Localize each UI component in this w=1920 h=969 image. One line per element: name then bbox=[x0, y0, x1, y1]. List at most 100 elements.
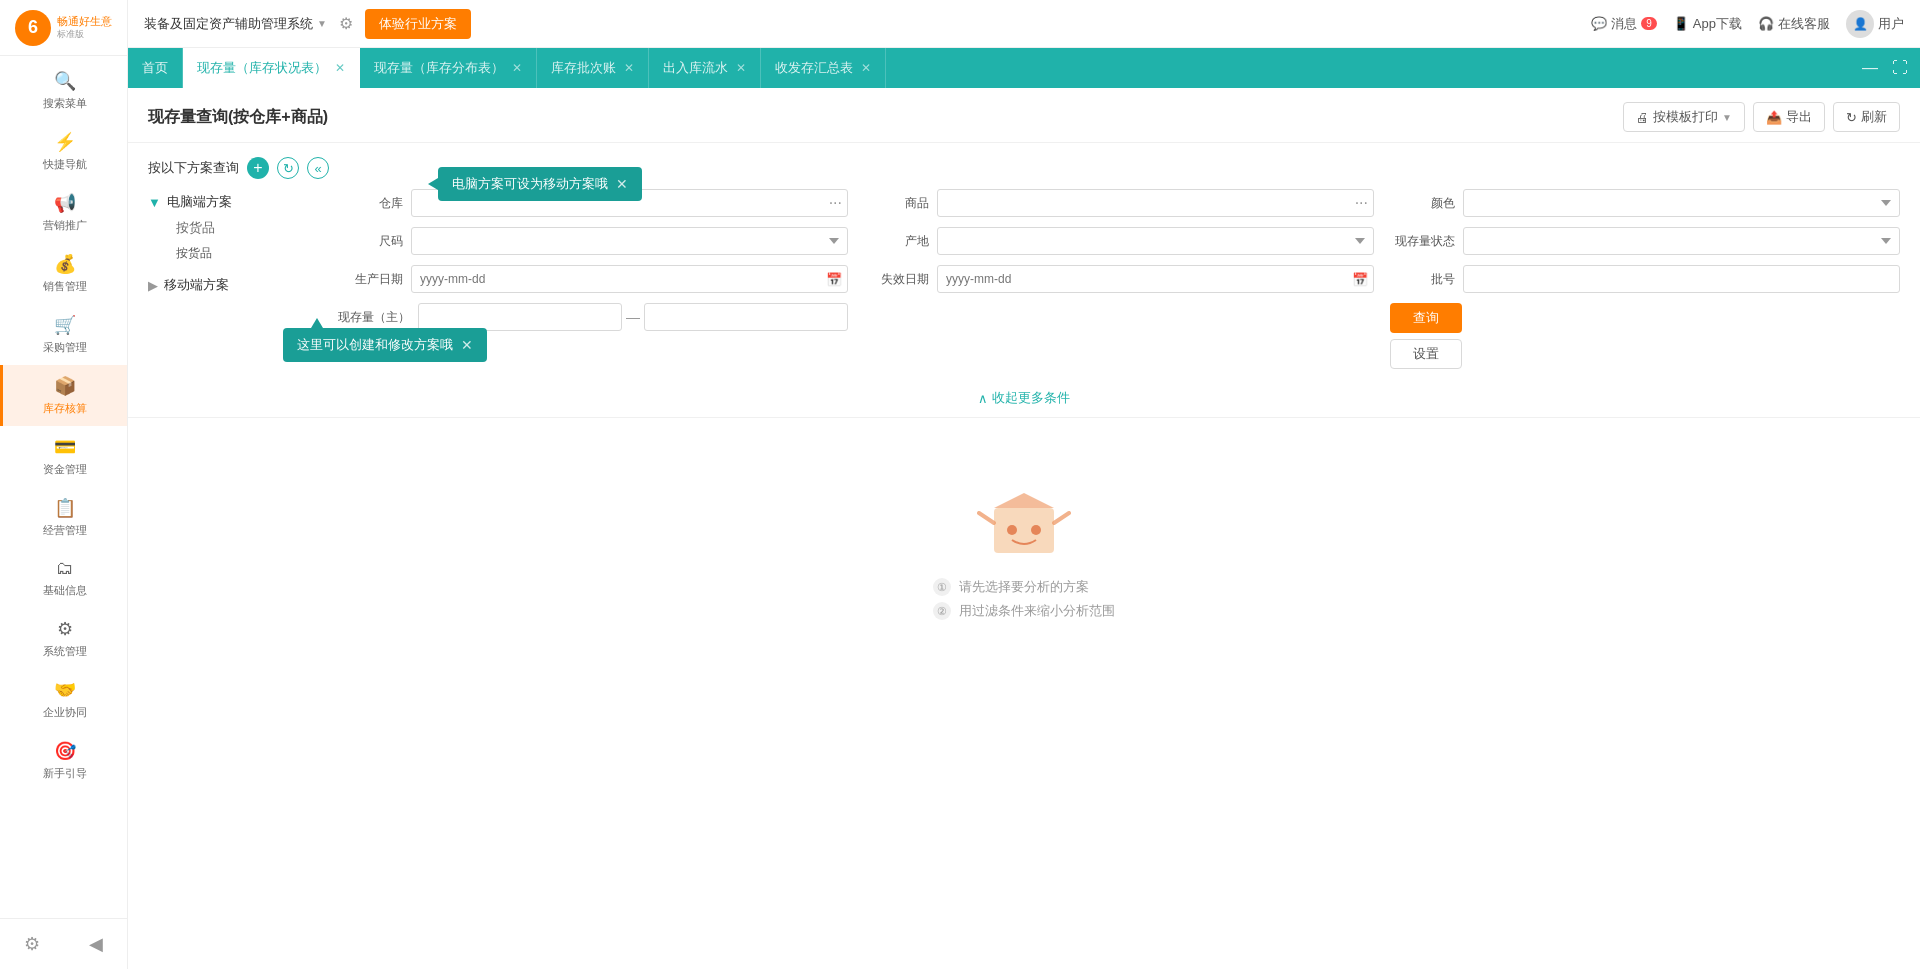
sidebar-item-finance[interactable]: 💳 资金管理 bbox=[0, 426, 127, 487]
message-btn[interactable]: 💬 消息 9 bbox=[1591, 15, 1657, 33]
query-btn[interactable]: 查询 bbox=[1390, 303, 1462, 333]
sidebar-item-search[interactable]: 🔍 搜索菜单 bbox=[0, 60, 127, 121]
filter-header: 按以下方案查询 + ↻ « bbox=[148, 157, 1900, 179]
operations-icon: 📋 bbox=[54, 497, 76, 519]
sidebar-item-label: 库存核算 bbox=[43, 401, 87, 416]
warehouse-dots-icon[interactable]: ··· bbox=[829, 194, 842, 212]
tab-close-icon[interactable]: ✕ bbox=[335, 61, 345, 75]
expire-date-input[interactable] bbox=[937, 265, 1374, 293]
sidebar-nav: 🔍 搜索菜单 ⚡ 快捷导航 📢 营销推广 💰 销售管理 🛒 采购管理 📦 bbox=[0, 56, 127, 918]
origin-select[interactable] bbox=[937, 227, 1374, 255]
color-select[interactable] bbox=[1463, 189, 1900, 217]
export-btn[interactable]: 📤 导出 bbox=[1753, 102, 1825, 132]
desktop-scheme-label: 电脑端方案 bbox=[167, 193, 232, 211]
tab-inventory-status-label: 现存量（库存状况表） bbox=[197, 59, 327, 77]
tooltip-scheme-close[interactable]: ✕ bbox=[616, 176, 628, 192]
tab-home[interactable]: 首页 bbox=[128, 48, 183, 88]
filter-refresh-btn[interactable]: ↻ bbox=[277, 157, 299, 179]
refresh-icon: ↻ bbox=[1846, 110, 1857, 125]
tab-minimize-btn[interactable]: — bbox=[1858, 57, 1882, 79]
message-badge: 9 bbox=[1641, 17, 1657, 30]
goods-dots-icon[interactable]: ··· bbox=[1355, 194, 1368, 212]
filter-row-2: 尺码 产地 bbox=[338, 227, 1900, 255]
tab-close-icon[interactable]: ✕ bbox=[624, 61, 634, 75]
sidebar-item-guide[interactable]: ⚡ 快捷导航 bbox=[0, 121, 127, 182]
tab-inventory-dist[interactable]: 现存量（库存分布表） ✕ bbox=[360, 48, 537, 88]
sidebar-item-enterprise[interactable]: 🤝 企业协同 bbox=[0, 669, 127, 730]
topbar-settings-icon[interactable]: ⚙ bbox=[339, 14, 353, 33]
finance-icon: 💳 bbox=[54, 436, 76, 458]
sidebar-item-operations[interactable]: 📋 经营管理 bbox=[0, 487, 127, 548]
system-name-dropdown[interactable]: 装备及固定资产辅助管理系统 ▼ bbox=[144, 15, 327, 33]
reset-btn[interactable]: 设置 bbox=[1390, 339, 1462, 369]
settings-bottom-btn[interactable]: ⚙ bbox=[20, 929, 44, 959]
produce-date-calendar-icon[interactable]: 📅 bbox=[826, 272, 842, 287]
user-area[interactable]: 👤 用户 bbox=[1846, 10, 1904, 38]
sidebar-item-label: 系统管理 bbox=[43, 644, 87, 659]
message-label: 消息 bbox=[1611, 15, 1637, 33]
collapse-sidebar-btn[interactable]: ◀ bbox=[85, 929, 107, 959]
print-btn[interactable]: 🖨 按模板打印 ▼ bbox=[1623, 102, 1745, 132]
goods-input[interactable] bbox=[937, 189, 1374, 217]
size-field: 尺码 bbox=[338, 227, 848, 255]
svg-line-5 bbox=[1054, 513, 1069, 523]
sidebar-item-newbie[interactable]: 🎯 新手引导 bbox=[0, 730, 127, 791]
scheme-item[interactable]: 按货品 bbox=[168, 215, 328, 241]
tab-maximize-btn[interactable]: ⛶ bbox=[1888, 57, 1912, 79]
stock-main-max-input[interactable] bbox=[644, 303, 848, 331]
sidebar-item-marketing[interactable]: 📢 营销推广 bbox=[0, 182, 127, 243]
desktop-scheme-group: ▼ 电脑端方案 按货品 按货品 bbox=[148, 189, 328, 266]
tab-receive-summary[interactable]: 收发存汇总表 ✕ bbox=[761, 48, 886, 88]
size-select[interactable] bbox=[411, 227, 848, 255]
sidebar-item-sales[interactable]: 💰 销售管理 bbox=[0, 243, 127, 304]
inventory-icon: 📦 bbox=[54, 375, 76, 397]
tab-close-icon[interactable]: ✕ bbox=[512, 61, 522, 75]
origin-field: 产地 bbox=[864, 227, 1374, 255]
empty-illustration bbox=[974, 478, 1074, 558]
expire-date-label: 失效日期 bbox=[864, 271, 929, 288]
filter-row-4: 现存量（主） — bbox=[338, 303, 1900, 369]
batch-no-input[interactable] bbox=[1463, 265, 1900, 293]
collapse-btn-label: 收起更多条件 bbox=[992, 389, 1070, 407]
produce-date-input[interactable] bbox=[411, 265, 848, 293]
stock-status-select[interactable] bbox=[1463, 227, 1900, 255]
tab-batch-account[interactable]: 库存批次账 ✕ bbox=[537, 48, 649, 88]
desktop-scheme-title[interactable]: ▼ 电脑端方案 bbox=[148, 189, 328, 215]
app-download-btn[interactable]: 📱 App下载 bbox=[1673, 15, 1742, 33]
stock-main-range: — bbox=[418, 303, 848, 331]
tooltip-create-close[interactable]: ✕ bbox=[461, 337, 473, 353]
tab-close-icon[interactable]: ✕ bbox=[861, 61, 871, 75]
expire-date-field: 失效日期 📅 bbox=[864, 265, 1374, 293]
tab-inventory-status[interactable]: 现存量（库存状况表） ✕ bbox=[183, 48, 360, 88]
system-icon: ⚙ bbox=[57, 618, 73, 640]
sidebar-item-inventory[interactable]: 📦 库存核算 bbox=[0, 365, 127, 426]
tab-close-icon[interactable]: ✕ bbox=[736, 61, 746, 75]
batch-no-field: 批号 bbox=[1390, 265, 1900, 293]
arrow-down-icon: ▼ bbox=[148, 195, 161, 210]
expire-date-calendar-icon[interactable]: 📅 bbox=[1352, 272, 1368, 287]
produce-date-label: 生产日期 bbox=[338, 271, 403, 288]
logo-area: 6 畅通好生意 标准版 bbox=[0, 0, 127, 56]
sidebar-item-system[interactable]: ⚙ 系统管理 bbox=[0, 608, 127, 669]
refresh-btn[interactable]: ↻ 刷新 bbox=[1833, 102, 1900, 132]
filter-back-btn[interactable]: « bbox=[307, 157, 329, 179]
filter-area: 按以下方案查询 + ↻ « 电脑方案可设为移动方案哦 ✕ 这里可以创建和修改方案… bbox=[128, 143, 1920, 418]
filter-add-btn[interactable]: + bbox=[247, 157, 269, 179]
message-icon: 💬 bbox=[1591, 16, 1607, 31]
online-service-btn[interactable]: 🎧 在线客服 bbox=[1758, 15, 1830, 33]
stock-main-min-input[interactable] bbox=[418, 303, 622, 331]
empty-state: ① 请先选择要分析的方案 ② 用过滤条件来缩小分析范围 bbox=[128, 418, 1920, 686]
sidebar-item-basic[interactable]: 🗂 基础信息 bbox=[0, 548, 127, 608]
range-separator: — bbox=[626, 309, 640, 325]
size-label: 尺码 bbox=[338, 233, 403, 250]
sidebar-item-purchase[interactable]: 🛒 采购管理 bbox=[0, 304, 127, 365]
mobile-scheme-group: ▶ 移动端方案 bbox=[148, 272, 328, 298]
experience-btn[interactable]: 体验行业方案 bbox=[365, 9, 471, 39]
scheme-item[interactable]: 按货品 bbox=[168, 241, 328, 266]
mobile-scheme-title[interactable]: ▶ 移动端方案 bbox=[148, 272, 328, 298]
tab-inout-flow-label: 出入库流水 bbox=[663, 59, 728, 77]
filter-form-panel: 仓库 ··· 商品 ··· bbox=[338, 189, 1900, 379]
sidebar-item-label: 采购管理 bbox=[43, 340, 87, 355]
collapse-btn[interactable]: ∧ 收起更多条件 bbox=[978, 389, 1070, 407]
tab-inout-flow[interactable]: 出入库流水 ✕ bbox=[649, 48, 761, 88]
